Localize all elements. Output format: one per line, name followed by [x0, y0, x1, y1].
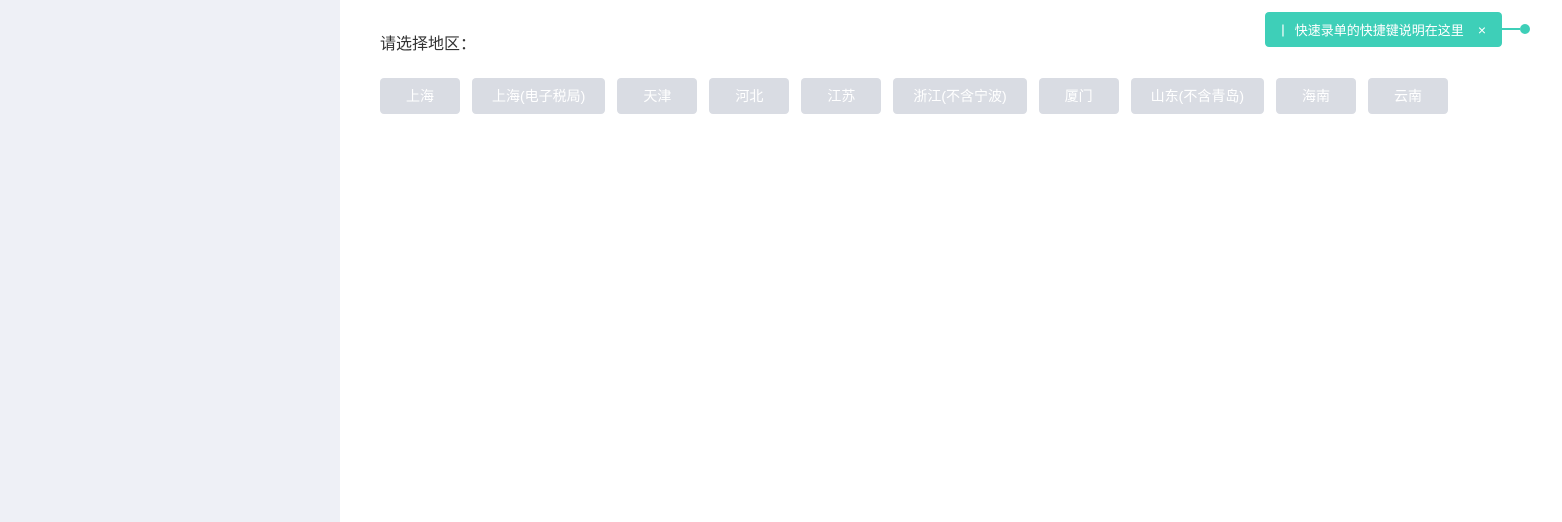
region-button-hainan[interactable]: 海南: [1276, 78, 1356, 114]
tooltip-close-button[interactable]: ×: [1478, 22, 1486, 38]
tooltip-text: 快速录单的快捷键说明在这里: [1295, 20, 1464, 39]
region-button-xiamen[interactable]: 厦门: [1039, 78, 1119, 114]
region-button-shanghai-etax[interactable]: 上海(电子税局): [472, 78, 605, 114]
region-buttons-container: 上海上海(电子税局) 天津河北江苏浙江(不含宁波) 厦门山东(不含青岛) 海南云南: [380, 78, 1522, 114]
region-button-jiangsu[interactable]: 江苏: [801, 78, 881, 114]
tooltip-banner: 快速录单的快捷键说明在这里 ×: [1265, 12, 1502, 47]
region-button-shandong[interactable]: 山东(不含青岛): [1131, 78, 1264, 114]
region-button-yunnan[interactable]: 云南: [1368, 78, 1448, 114]
region-button-tianjin[interactable]: 天津: [617, 78, 697, 114]
main-content: 请选择地区： 上海上海(电子税局)天津河北江苏浙江(不含宁波)厦门山东(不含青岛…: [340, 0, 1562, 522]
tooltip-dot: [1520, 24, 1530, 34]
region-button-hebei[interactable]: 河北: [709, 78, 789, 114]
sidebar: [0, 0, 340, 522]
tooltip-line: [1500, 28, 1520, 30]
region-button-shanghai[interactable]: 上海: [380, 78, 460, 114]
region-button-zhejiang[interactable]: 浙江(不含宁波): [893, 78, 1026, 114]
